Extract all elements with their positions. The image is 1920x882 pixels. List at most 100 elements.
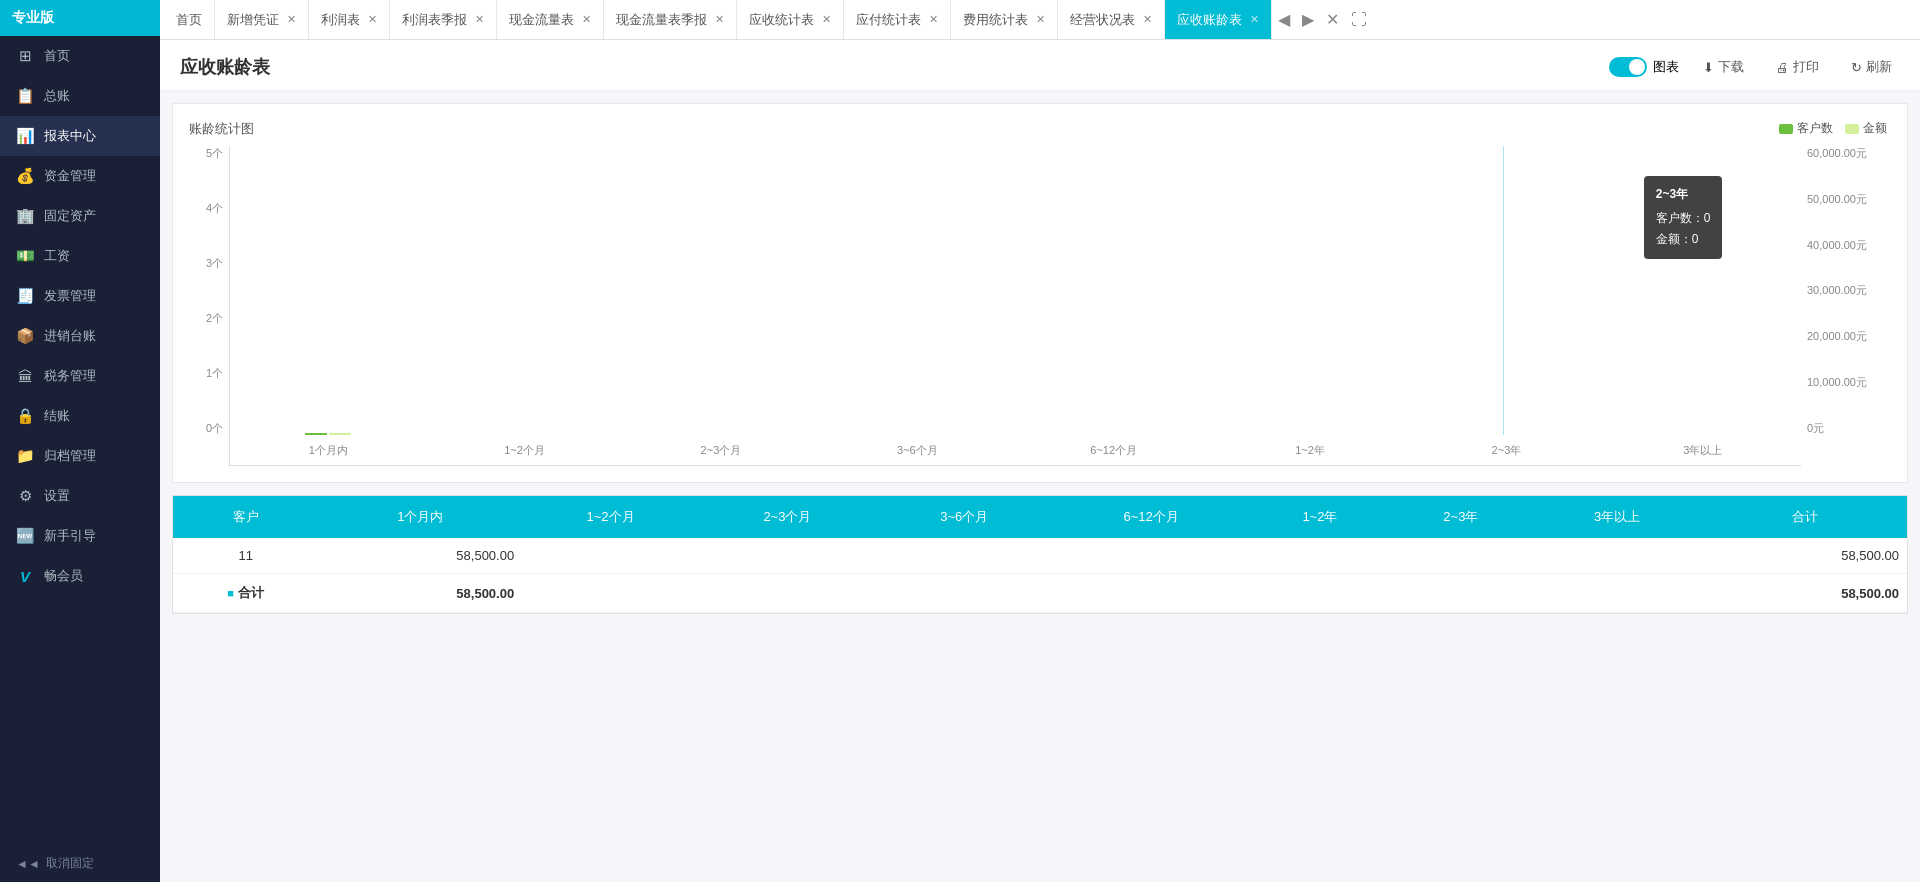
sidebar-item-label: 工资: [44, 247, 70, 265]
tab-prev-button[interactable]: ◀: [1272, 0, 1296, 39]
sidebar-item-tax[interactable]: 🏛 税务管理: [0, 356, 160, 396]
sidebar-item-archive[interactable]: 📁 归档管理: [0, 436, 160, 476]
tab-business-stats[interactable]: 经营状况表 ✕: [1058, 0, 1165, 39]
tab-ap-stats-close[interactable]: ✕: [929, 13, 938, 26]
sidebar-item-label: 报表中心: [44, 127, 96, 145]
table-cell: [1390, 538, 1531, 574]
download-icon: ⬇: [1703, 60, 1714, 75]
sidebar-item-label: 发票管理: [44, 287, 96, 305]
tab-voucher-close[interactable]: ✕: [287, 13, 296, 26]
tab-voucher-label: 新增凭证: [227, 11, 279, 29]
sidebar-item-assets[interactable]: 🏢 固定资产: [0, 196, 160, 236]
table-cell: [699, 538, 876, 574]
tab-profit-quarterly[interactable]: 利润表季报 ✕: [390, 0, 497, 39]
pin-left-icon: ◄◄: [16, 857, 40, 871]
refresh-icon: ↻: [1851, 60, 1862, 75]
table-cell: 58,500.00: [1703, 538, 1907, 574]
tab-cashflow-quarterly-close[interactable]: ✕: [715, 13, 724, 26]
content-area: 应收账龄表 图表 ⬇ 下载 🖨 打印 ↻ 刷新: [160, 40, 1920, 882]
tab-ar-aging-close[interactable]: ✕: [1250, 13, 1259, 26]
sidebar-item-home[interactable]: ⊞ 首页: [0, 36, 160, 76]
table-header-row: 客户 1个月内 1~2个月 2~3个月 3~6个月 6~12个月 1~2年 2~…: [173, 496, 1907, 538]
funds-icon: 💰: [16, 167, 34, 185]
tab-ar-stats-close[interactable]: ✕: [822, 13, 831, 26]
table-cell: 58,500.00: [318, 538, 522, 574]
tab-profit-quarterly-label: 利润表季报: [402, 11, 467, 29]
sidebar-item-label: 结账: [44, 407, 70, 425]
col-customer: 客户: [173, 496, 318, 538]
legend-customers-color: [1779, 124, 1793, 134]
sidebar-item-ledger[interactable]: 📋 总账: [0, 76, 160, 116]
sidebar-item-guide[interactable]: 🆕 新手引导: [0, 516, 160, 556]
tab-cashflow-quarterly[interactable]: 现金流量表季报 ✕: [604, 0, 737, 39]
sidebar-item-reports[interactable]: 📊 报表中心: [0, 116, 160, 156]
chart-area: 账龄统计图 客户数 金额 5个 4个 3个 2个 1个: [172, 103, 1908, 483]
tab-profit[interactable]: 利润表 ✕: [309, 0, 390, 39]
table-total-cell: [876, 574, 1053, 613]
sidebar-item-closing[interactable]: 🔒 结账: [0, 396, 160, 436]
x-label: 1~2个月: [426, 435, 622, 465]
sidebar-item-label: 归档管理: [44, 447, 96, 465]
tab-ar-stats-label: 应收统计表: [749, 11, 814, 29]
sidebar-item-label: 进销台账: [44, 327, 96, 345]
sidebar-item-label: 固定资产: [44, 207, 96, 225]
sidebar-item-settings[interactable]: ⚙ 设置: [0, 476, 160, 516]
chart-title: 账龄统计图: [189, 120, 1891, 138]
table-cell: [1053, 538, 1250, 574]
table-cell: 11: [173, 538, 318, 574]
sidebar-item-purchases[interactable]: 📦 进销台账: [0, 316, 160, 356]
print-icon: 🖨: [1776, 60, 1789, 75]
tab-profit-quarterly-close[interactable]: ✕: [475, 13, 484, 26]
tab-expense-stats[interactable]: 费用统计表 ✕: [951, 0, 1058, 39]
chart-toggle[interactable]: 图表: [1609, 57, 1679, 77]
tab-cashflow[interactable]: 现金流量表 ✕: [497, 0, 604, 39]
sidebar-item-label: 设置: [44, 487, 70, 505]
col-m6: 3~6个月: [876, 496, 1053, 538]
tab-voucher[interactable]: 新增凭证 ✕: [215, 0, 309, 39]
tab-cashflow-label: 现金流量表: [509, 11, 574, 29]
sidebar-item-invoice[interactable]: 🧾 发票管理: [0, 276, 160, 316]
toggle-thumb: [1629, 59, 1645, 75]
legend-amount-label: 金额: [1863, 120, 1887, 137]
toggle-track[interactable]: [1609, 57, 1647, 77]
chart-container: 5个 4个 3个 2个 1个 0个 1个月内1~2个月2~3个月3~6个月6~1…: [189, 146, 1891, 466]
page-title: 应收账龄表: [180, 55, 270, 79]
tab-profit-close[interactable]: ✕: [368, 13, 377, 26]
table-total-row: ■合计58,500.0058,500.00: [173, 574, 1907, 613]
sidebar-item-funds[interactable]: 💰 资金管理: [0, 156, 160, 196]
x-label: 1个月内: [230, 435, 426, 465]
tab-ap-stats[interactable]: 应付统计表 ✕: [844, 0, 951, 39]
tab-business-stats-close[interactable]: ✕: [1143, 13, 1152, 26]
tab-cashflow-quarterly-label: 现金流量表季报: [616, 11, 707, 29]
tab-expense-stats-close[interactable]: ✕: [1036, 13, 1045, 26]
table-total-cell: [1053, 574, 1250, 613]
payroll-icon: 💵: [16, 247, 34, 265]
print-button[interactable]: 🖨 打印: [1768, 54, 1827, 80]
sidebar-item-vip[interactable]: V 畅会员: [0, 556, 160, 596]
tab-ar-stats[interactable]: 应收统计表 ✕: [737, 0, 844, 39]
sidebar-item-label: 畅会员: [44, 567, 83, 585]
tab-cashflow-close[interactable]: ✕: [582, 13, 591, 26]
data-table: 客户 1个月内 1~2个月 2~3个月 3~6个月 6~12个月 1~2年 2~…: [173, 496, 1907, 613]
col-y2: 2~3年: [1390, 496, 1531, 538]
page-actions: 图表 ⬇ 下载 🖨 打印 ↻ 刷新: [1609, 54, 1900, 80]
x-label: 3年以上: [1605, 435, 1801, 465]
tab-next-button[interactable]: ▶: [1296, 0, 1320, 39]
tab-close-all-button[interactable]: ✕: [1320, 0, 1345, 39]
refresh-button[interactable]: ↻ 刷新: [1843, 54, 1900, 80]
tab-home[interactable]: 首页: [164, 0, 215, 39]
cancel-pin-button[interactable]: ◄◄ 取消固定: [0, 845, 160, 882]
table-cell: [876, 538, 1053, 574]
download-button[interactable]: ⬇ 下载: [1695, 54, 1752, 80]
table-total-cell: 58,500.00: [318, 574, 522, 613]
tab-expand-button[interactable]: ⛶: [1345, 0, 1373, 39]
ledger-icon: 📋: [16, 87, 34, 105]
legend-customers-label: 客户数: [1797, 120, 1833, 137]
col-m12: 6~12个月: [1053, 496, 1250, 538]
table-total-cell: [699, 574, 876, 613]
tab-ar-aging[interactable]: 应收账龄表 ✕: [1165, 0, 1272, 39]
x-label: 6~12个月: [1016, 435, 1212, 465]
purchases-icon: 📦: [16, 327, 34, 345]
sidebar-item-payroll[interactable]: 💵 工资: [0, 236, 160, 276]
sidebar: 专业版 ⊞ 首页 📋 总账 📊 报表中心 💰 资金管理 🏢 固定资产 💵 工资 …: [0, 0, 160, 882]
